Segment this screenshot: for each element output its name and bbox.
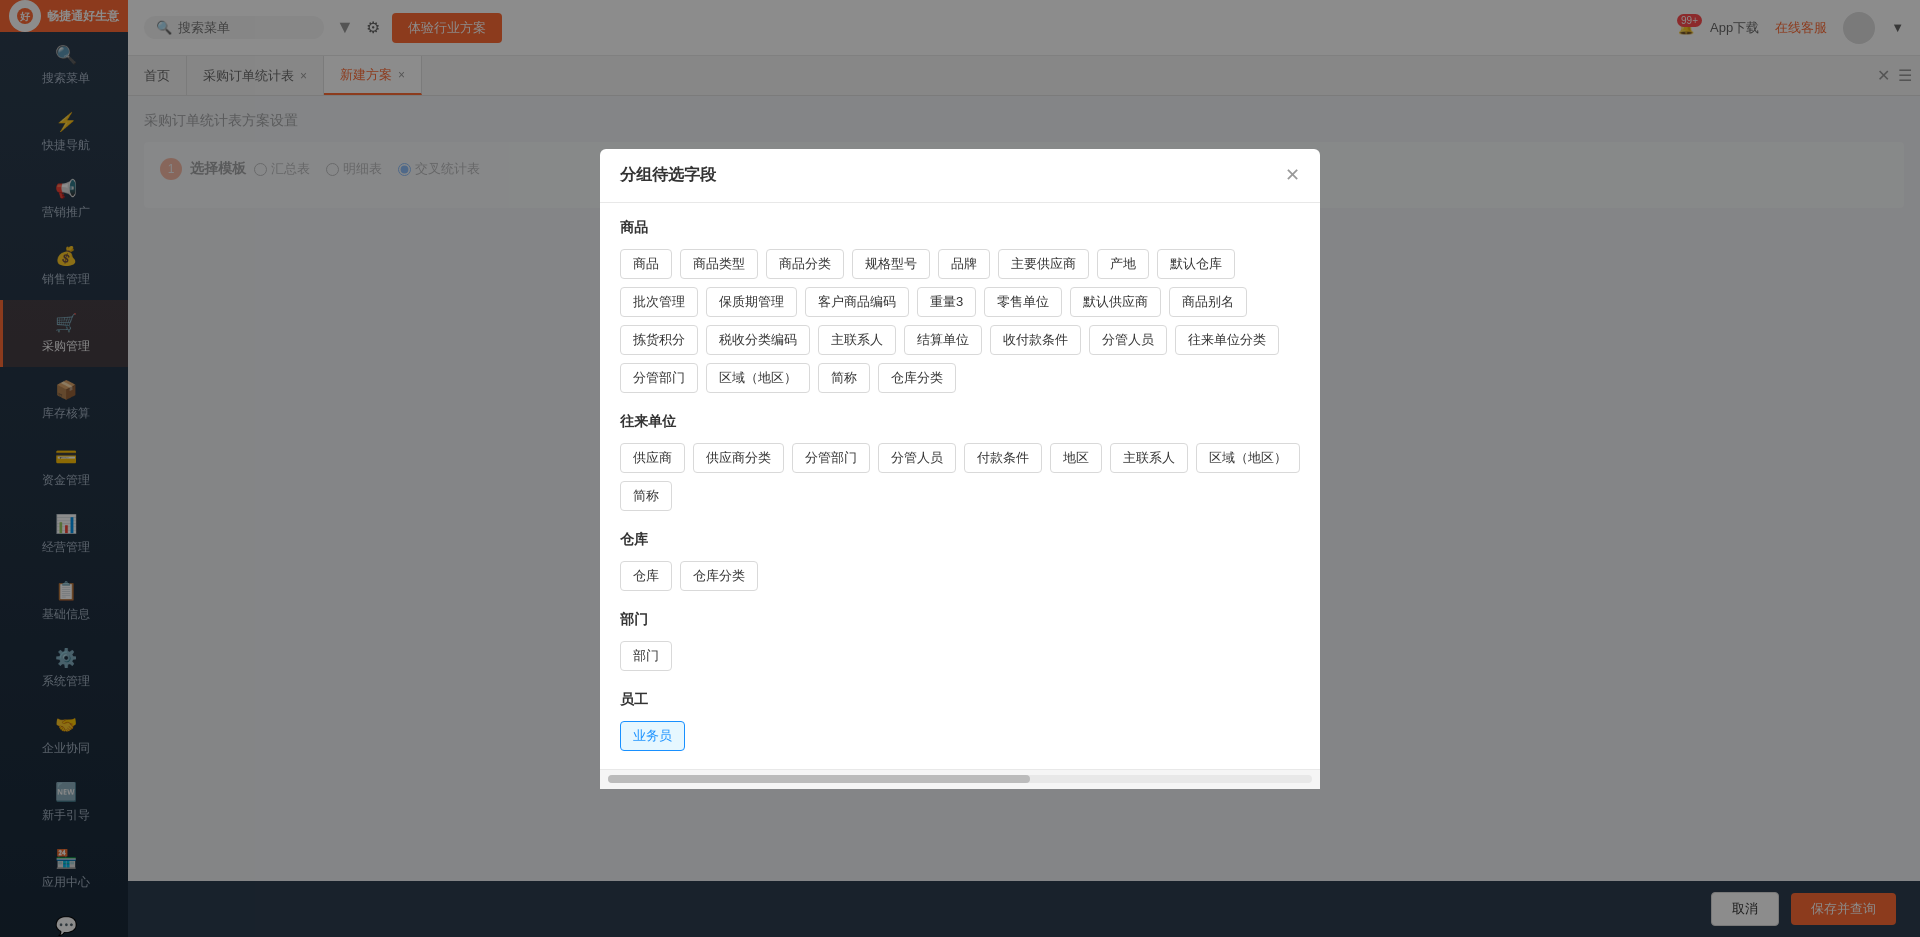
field-tag-origin[interactable]: 产地 [1097, 249, 1149, 279]
group-title-department: 部门 [620, 611, 1300, 629]
group-title-employee: 员工 [620, 691, 1300, 709]
field-tag-alias[interactable]: 商品别名 [1169, 287, 1247, 317]
field-tags-employee: 业务员 [620, 721, 1300, 751]
field-tags-warehouse: 仓库 仓库分类 [620, 561, 1300, 591]
field-tag-supplier-category[interactable]: 供应商分类 [693, 443, 784, 473]
field-tag-partner-supervisor[interactable]: 分管人员 [878, 443, 956, 473]
field-tag-default-warehouse[interactable]: 默认仓库 [1157, 249, 1235, 279]
field-group-department: 部门 部门 [620, 611, 1300, 671]
field-tags-partner: 供应商 供应商分类 分管部门 分管人员 付款条件 地区 主联系人 区域（地区） … [620, 443, 1300, 511]
field-tag-main-contact[interactable]: 主联系人 [818, 325, 896, 355]
field-tag-partner-category[interactable]: 往来单位分类 [1175, 325, 1279, 355]
field-select-modal: 分组待选字段 ✕ 商品 商品 商品类型 商品分类 规格型号 品牌 主要供应商 产… [600, 149, 1320, 789]
field-tag-department[interactable]: 部门 [620, 641, 672, 671]
field-tag-dept[interactable]: 分管部门 [620, 363, 698, 393]
field-tag-supplier[interactable]: 供应商 [620, 443, 685, 473]
field-tag-partner-region[interactable]: 区域（地区） [1196, 443, 1300, 473]
field-tag-tax-code[interactable]: 税收分类编码 [706, 325, 810, 355]
field-group-partner: 往来单位 供应商 供应商分类 分管部门 分管人员 付款条件 地区 主联系人 区域… [620, 413, 1300, 511]
field-tag-warehouse[interactable]: 仓库 [620, 561, 672, 591]
field-tag-spec-model[interactable]: 规格型号 [852, 249, 930, 279]
modal-title: 分组待选字段 [620, 165, 716, 186]
field-tags-product: 商品 商品类型 商品分类 规格型号 品牌 主要供应商 产地 默认仓库 批次管理 … [620, 249, 1300, 393]
group-title-product: 商品 [620, 219, 1300, 237]
field-tag-expiry[interactable]: 保质期管理 [706, 287, 797, 317]
modal-overlay: 分组待选字段 ✕ 商品 商品 商品类型 商品分类 规格型号 品牌 主要供应商 产… [0, 0, 1920, 937]
group-title-partner: 往来单位 [620, 413, 1300, 431]
hscrollbar-thumb [608, 775, 1030, 783]
field-tag-salesperson[interactable]: 业务员 [620, 721, 685, 751]
field-tag-product-type[interactable]: 商品类型 [680, 249, 758, 279]
field-tag-main-supplier[interactable]: 主要供应商 [998, 249, 1089, 279]
field-group-product: 商品 商品 商品类型 商品分类 规格型号 品牌 主要供应商 产地 默认仓库 批次… [620, 219, 1300, 393]
field-tag-settle-unit[interactable]: 结算单位 [904, 325, 982, 355]
field-tag-partner-abbr[interactable]: 简称 [620, 481, 672, 511]
field-group-employee: 员工 业务员 [620, 691, 1300, 751]
hscrollbar-track [608, 775, 1312, 783]
field-tag-warehouse-cat[interactable]: 仓库分类 [680, 561, 758, 591]
modal-hscroll[interactable] [600, 769, 1320, 789]
field-tag-customer-code[interactable]: 客户商品编码 [805, 287, 909, 317]
field-tag-pick-score[interactable]: 拣货积分 [620, 325, 698, 355]
field-tag-pay-condition[interactable]: 付款条件 [964, 443, 1042, 473]
modal-body[interactable]: 商品 商品 商品类型 商品分类 规格型号 品牌 主要供应商 产地 默认仓库 批次… [600, 203, 1320, 769]
field-tag-product[interactable]: 商品 [620, 249, 672, 279]
field-tag-abbr[interactable]: 简称 [818, 363, 870, 393]
group-title-warehouse: 仓库 [620, 531, 1300, 549]
modal-close-btn[interactable]: ✕ [1285, 166, 1300, 184]
field-tag-partner-contact[interactable]: 主联系人 [1110, 443, 1188, 473]
field-group-warehouse: 仓库 仓库 仓库分类 [620, 531, 1300, 591]
field-tag-area[interactable]: 地区 [1050, 443, 1102, 473]
field-tag-warehouse-category[interactable]: 仓库分类 [878, 363, 956, 393]
field-tag-product-category[interactable]: 商品分类 [766, 249, 844, 279]
field-tag-retail-unit[interactable]: 零售单位 [984, 287, 1062, 317]
field-tags-department: 部门 [620, 641, 1300, 671]
field-tag-weight3[interactable]: 重量3 [917, 287, 976, 317]
field-tag-partner-dept[interactable]: 分管部门 [792, 443, 870, 473]
field-tag-batch[interactable]: 批次管理 [620, 287, 698, 317]
field-tag-region[interactable]: 区域（地区） [706, 363, 810, 393]
field-tag-default-supplier[interactable]: 默认供应商 [1070, 287, 1161, 317]
field-tag-payment-terms[interactable]: 收付款条件 [990, 325, 1081, 355]
field-tag-brand[interactable]: 品牌 [938, 249, 990, 279]
modal-header: 分组待选字段 ✕ [600, 149, 1320, 203]
field-tag-supervisor[interactable]: 分管人员 [1089, 325, 1167, 355]
